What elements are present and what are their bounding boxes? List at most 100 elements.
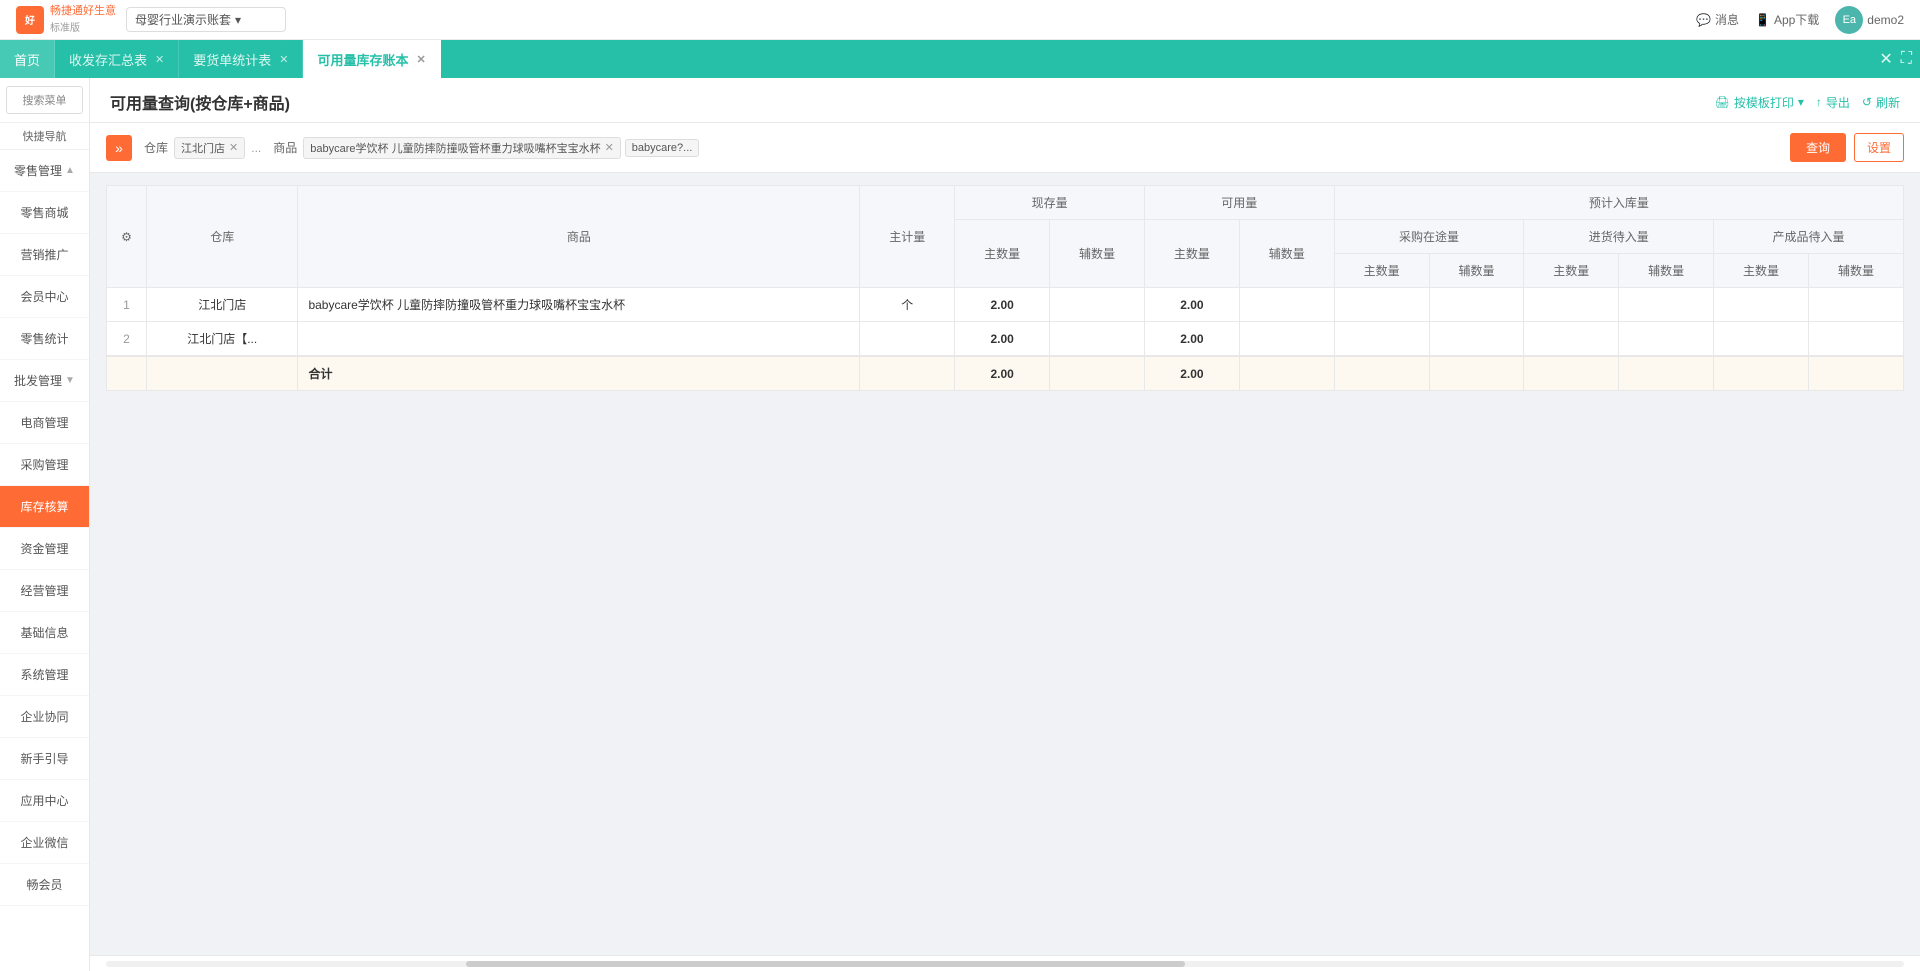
th-product-main: 主数量	[1714, 254, 1809, 288]
tab-inventory-book[interactable]: 可用量库存账本 ✕	[303, 40, 440, 78]
refresh-btn[interactable]: ↺ 刷新	[1862, 94, 1900, 111]
close-window-btn[interactable]: ✕	[1879, 49, 1892, 69]
scroll-thumb[interactable]	[466, 961, 1185, 967]
chevron-down-icon-print: ▾	[1798, 95, 1804, 109]
industry-label: 母婴行业演示账套	[135, 11, 231, 28]
sidebar-item-member-label: 畅会员	[26, 876, 62, 893]
row-2-stock-main: 2.00	[955, 322, 1050, 357]
warehouse-tag[interactable]: 江北门店 ✕	[174, 137, 245, 159]
row-1-stock-aux	[1050, 288, 1145, 322]
print-icon: 🖨	[1715, 95, 1730, 109]
tab-order-stat[interactable]: 要货单统计表 ✕	[179, 40, 303, 78]
sidebar-item-member-center[interactable]: 会员中心	[0, 276, 89, 318]
sidebar-item-member[interactable]: 畅会员	[0, 864, 89, 906]
th-settings[interactable]: ⚙	[107, 186, 147, 288]
search-menu-btn[interactable]: 搜索菜单	[6, 86, 83, 114]
tab-receive-pay-close[interactable]: ✕	[155, 53, 164, 66]
table-area: ⚙ 仓库 商品 主计量 现存量 可用量 预计入库量 主数量 辅数量 主数量 辅数…	[90, 173, 1920, 955]
query-button[interactable]: 查询	[1790, 133, 1846, 162]
product-tag-2-label: babycare?...	[632, 142, 693, 154]
table-row: 2 江北门店【... 2.00 2.00	[107, 322, 1904, 357]
tab-order-stat-close[interactable]: ✕	[279, 53, 288, 66]
tab-inventory-book-close[interactable]: ✕	[417, 53, 426, 66]
sidebar-item-marketing-label: 营销推广	[20, 246, 68, 263]
tab-home[interactable]: 首页	[0, 40, 55, 78]
product-tag-2[interactable]: babycare?...	[625, 139, 700, 157]
sidebar-item-inventory-check[interactable]: 库存核算	[0, 486, 89, 528]
sidebar-item-member-center-label: 会员中心	[20, 288, 68, 305]
chevron-icon: ▲	[65, 165, 75, 176]
sidebar-item-enterprise-wechat-label: 企业微信	[20, 834, 68, 851]
sidebar-item-app-center[interactable]: 应用中心	[0, 780, 89, 822]
user-profile-btn[interactable]: Ea demo2	[1835, 6, 1904, 34]
sidebar-item-retail-mgmt[interactable]: 零售管理 ▲	[0, 150, 89, 192]
setting-button[interactable]: 设置	[1854, 133, 1904, 162]
sidebar-item-finance-mgmt[interactable]: 资金管理	[0, 528, 89, 570]
chevron-icon-2: ▼	[65, 375, 75, 386]
total-stock-main: 2.00	[955, 356, 1050, 391]
quick-nav-btn[interactable]: 快捷导航	[0, 123, 89, 150]
industry-select[interactable]: 母婴行业演示账套 ▾	[126, 7, 286, 32]
warehouse-label: 仓库	[144, 139, 168, 156]
sidebar-item-basic-info-label: 基础信息	[20, 624, 68, 641]
product-tag-1-label: babycare学饮杯 儿童防摔防撞吸管杯重力球吸嘴杯宝宝水杯	[310, 140, 600, 156]
nav-tabs-right: ✕ ⛶	[1879, 49, 1920, 69]
table-row: 1 江北门店 babycare学饮杯 儿童防摔防撞吸管杯重力球吸嘴杯宝宝水杯 个…	[107, 288, 1904, 322]
logo-text-block: 畅捷通好生意 标准版	[50, 5, 116, 33]
sidebar-item-purchase-mgmt-label: 采购管理	[20, 456, 68, 473]
sidebar-item-operations-mgmt[interactable]: 经营管理	[0, 570, 89, 612]
page-title: 可用量查询(按仓库+商品)	[110, 90, 290, 114]
sidebar-item-ecommerce-mgmt[interactable]: 电商管理	[0, 402, 89, 444]
th-available: 可用量	[1144, 186, 1334, 220]
sidebar-item-app-center-label: 应用中心	[20, 792, 68, 809]
sidebar-item-system-mgmt[interactable]: 系统管理	[0, 654, 89, 696]
sidebar-item-retail-stats[interactable]: 零售统计	[0, 318, 89, 360]
logo: 好 畅捷通好生意 标准版	[16, 5, 116, 33]
th-incoming-main: 主数量	[1524, 254, 1619, 288]
sidebar-item-retail-mgmt-label: 零售管理	[14, 162, 62, 179]
total-label: 合计	[298, 356, 860, 391]
expand-icon: »	[115, 140, 123, 156]
row-1-product: babycare学饮杯 儿童防摔防撞吸管杯重力球吸嘴杯宝宝水杯	[298, 288, 860, 322]
row-2-product-aux	[1808, 322, 1903, 357]
warehouse-tag-remove[interactable]: ✕	[229, 141, 238, 154]
row-1-product-main	[1714, 288, 1809, 322]
app-download-label: App下载	[1774, 11, 1819, 28]
filter-expand-btn[interactable]: »	[106, 135, 132, 161]
row-1-avail-aux	[1239, 288, 1334, 322]
fullscreen-btn[interactable]: ⛶	[1901, 50, 1912, 68]
scroll-track[interactable]	[106, 961, 1904, 967]
app-download-btn[interactable]: 📱 App下载	[1755, 11, 1819, 28]
th-current-stock: 现存量	[955, 186, 1145, 220]
row-1-num: 1	[107, 288, 147, 322]
tab-receive-pay[interactable]: 收发存汇总表 ✕	[55, 40, 179, 78]
page-header: 可用量查询(按仓库+商品) 🖨 按模板打印 ▾ ↑ 导出 ↺ 刷新	[90, 78, 1920, 123]
sidebar-item-basic-info[interactable]: 基础信息	[0, 612, 89, 654]
warehouse-more[interactable]: ...	[251, 141, 261, 155]
th-planned-inbound: 预计入库量	[1334, 186, 1903, 220]
logo-sub: 标准版	[50, 19, 116, 34]
page-actions: 🖨 按模板打印 ▾ ↑ 导出 ↺ 刷新	[1715, 94, 1900, 111]
product-tag-1[interactable]: babycare学饮杯 儿童防摔防撞吸管杯重力球吸嘴杯宝宝水杯 ✕	[303, 137, 621, 159]
row-2-product-main	[1714, 322, 1809, 357]
sidebar-item-enterprise-wechat[interactable]: 企业微信	[0, 822, 89, 864]
row-1-stock-main: 2.00	[955, 288, 1050, 322]
warehouse-tags: 江北门店 ✕	[174, 137, 245, 159]
row-1-avail-main: 2.00	[1144, 288, 1239, 322]
sidebar-item-marketing[interactable]: 营销推广	[0, 234, 89, 276]
sidebar-item-purchase-mgmt[interactable]: 采购管理	[0, 444, 89, 486]
th-incoming-aux: 辅数量	[1619, 254, 1714, 288]
sidebar-item-retail-mall[interactable]: 零售商城	[0, 192, 89, 234]
message-btn[interactable]: 💬 消息	[1696, 11, 1739, 28]
tab-receive-pay-label: 收发存汇总表	[69, 50, 147, 69]
template-print-btn[interactable]: 🖨 按模板打印 ▾	[1715, 94, 1804, 111]
warehouse-filter: 仓库 江北门店 ✕ ...	[144, 137, 261, 159]
message-icon: 💬	[1696, 13, 1711, 27]
sidebar-item-enterprise-collab[interactable]: 企业协同	[0, 696, 89, 738]
row-2-incoming-main	[1524, 322, 1619, 357]
product-tag-1-remove[interactable]: ✕	[605, 141, 614, 154]
sidebar-item-wholesale-mgmt[interactable]: 批发管理 ▼	[0, 360, 89, 402]
sidebar-item-new-guide[interactable]: 新手引导	[0, 738, 89, 780]
scroll-bar-area	[90, 955, 1920, 971]
export-btn[interactable]: ↑ 导出	[1816, 94, 1850, 111]
